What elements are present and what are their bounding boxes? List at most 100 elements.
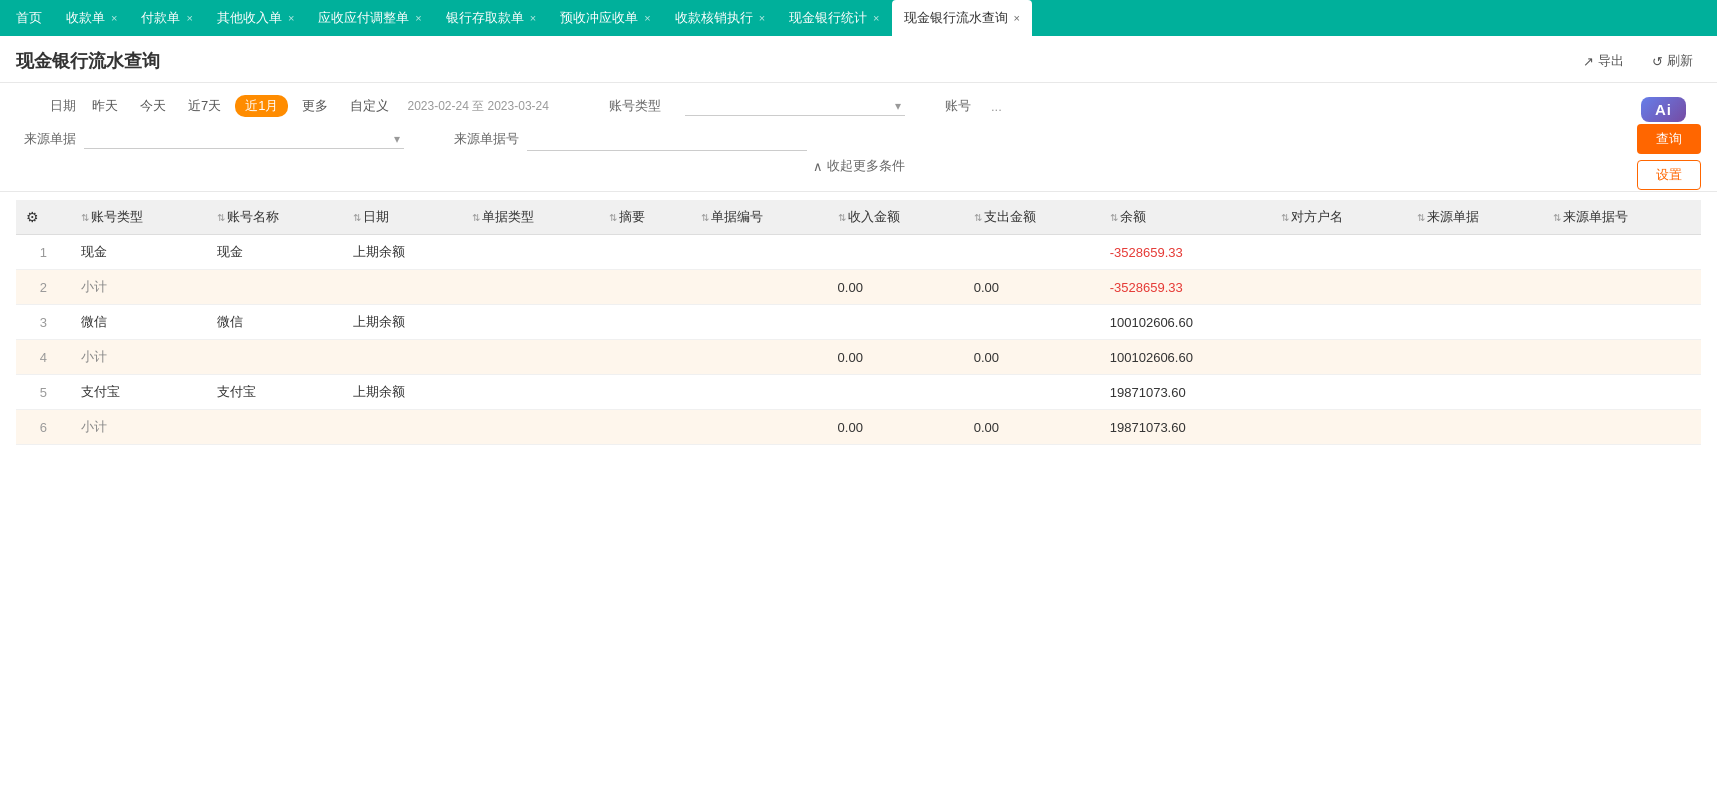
cell-source_doc [1407, 375, 1543, 410]
col-header-counterparty[interactable]: ⇅对方户名 [1271, 200, 1407, 235]
cell-source_doc [1407, 305, 1543, 340]
export-icon: ↗ [1583, 54, 1594, 69]
cell-source_doc [1407, 410, 1543, 445]
cell-date: 上期余额 [343, 375, 463, 410]
cell-account_name [207, 270, 343, 305]
cell-account_name: 现金 [207, 235, 343, 270]
ai-badge[interactable]: Ai [1641, 97, 1686, 122]
cell-account_type: 支付宝 [71, 375, 207, 410]
nav-item-收款单[interactable]: 收款单× [54, 0, 129, 36]
col-header-gear: ⚙ [16, 200, 71, 235]
sort-icon: ⇅ [838, 212, 846, 223]
nav-item-现金银行流水查询[interactable]: 现金银行流水查询× [892, 0, 1032, 36]
export-button[interactable]: ↗ 导出 [1575, 48, 1632, 74]
col-header-expense[interactable]: ⇅支出金额 [964, 200, 1100, 235]
cell-doc_type [462, 340, 598, 375]
cell-balance: -3528659.33 [1100, 235, 1271, 270]
query-button[interactable]: 查询 [1637, 124, 1701, 154]
nav-item-应收应付调整单[interactable]: 应收应付调整单× [306, 0, 433, 36]
source-filter-row: 来源单据 ▾ 来源单据号 [16, 127, 1701, 151]
nav-item-银行存取款单[interactable]: 银行存取款单× [434, 0, 548, 36]
source-doc-no-input[interactable] [527, 127, 807, 151]
nav-item-付款单[interactable]: 付款单× [129, 0, 204, 36]
col-header-summary[interactable]: ⇅摘要 [599, 200, 692, 235]
col-header-income[interactable]: ⇅收入金额 [828, 200, 964, 235]
collapse-bar[interactable]: ∧ 收起更多条件 [16, 151, 1701, 179]
row-index-cell: 3 [16, 305, 71, 340]
gear-icon[interactable]: ⚙ [26, 209, 39, 225]
nav-item-预收冲应收单[interactable]: 预收冲应收单× [548, 0, 662, 36]
col-header-source_doc[interactable]: ⇅来源单据 [1407, 200, 1543, 235]
date-option-自定义[interactable]: 自定义 [342, 95, 397, 117]
cell-doc_no [691, 410, 827, 445]
cell-date [343, 270, 463, 305]
sort-icon: ⇅ [701, 212, 709, 223]
source-doc-no-group: 来源单据号 [454, 127, 807, 151]
sort-icon: ⇅ [1553, 212, 1561, 223]
cell-summary [599, 340, 692, 375]
sort-icon: ⇅ [609, 212, 617, 223]
row-index-cell: 4 [16, 340, 71, 375]
account-type-label: 账号类型 [609, 97, 661, 115]
col-header-account_type[interactable]: ⇅账号类型 [71, 200, 207, 235]
col-header-date[interactable]: ⇅日期 [343, 200, 463, 235]
nav-item-收款核销执行[interactable]: 收款核销执行× [663, 0, 777, 36]
cell-counterparty [1271, 375, 1407, 410]
cell-balance: 100102606.60 [1100, 340, 1271, 375]
close-icon[interactable]: × [644, 12, 650, 24]
cell-expense: 0.00 [964, 410, 1100, 445]
cell-account_type: 小计 [71, 340, 207, 375]
table-row: 1现金现金上期余额-3528659.33 [16, 235, 1701, 270]
cell-balance: 19871073.60 [1100, 375, 1271, 410]
cell-doc_type [462, 375, 598, 410]
cell-doc_no [691, 340, 827, 375]
cell-source_doc_no [1543, 270, 1701, 305]
cell-source_doc_no [1543, 410, 1701, 445]
refresh-icon: ↺ [1652, 54, 1663, 69]
page-header: 现金银行流水查询 ↗ 导出 ↺ 刷新 [0, 36, 1717, 83]
cell-account_name: 支付宝 [207, 375, 343, 410]
col-header-balance[interactable]: ⇅余额 [1100, 200, 1271, 235]
cell-income: 0.00 [828, 270, 964, 305]
nav-item-现金银行统计[interactable]: 现金银行统计× [777, 0, 891, 36]
cell-expense [964, 375, 1100, 410]
close-icon[interactable]: × [415, 12, 421, 24]
source-doc-group: 来源单据 ▾ [16, 130, 404, 149]
settings-button[interactable]: 设置 [1637, 160, 1701, 190]
cell-counterparty [1271, 270, 1407, 305]
close-icon[interactable]: × [111, 12, 117, 24]
nav-item-其他收入单[interactable]: 其他收入单× [205, 0, 306, 36]
date-option-昨天[interactable]: 昨天 [84, 95, 126, 117]
close-icon[interactable]: × [759, 12, 765, 24]
col-header-doc_no[interactable]: ⇅单据编号 [691, 200, 827, 235]
col-header-account_name[interactable]: ⇅账号名称 [207, 200, 343, 235]
date-option-更多[interactable]: 更多 [294, 95, 336, 117]
page-title: 现金银行流水查询 [16, 49, 160, 73]
account-type-select[interactable]: ▾ [685, 97, 905, 116]
source-doc-select[interactable]: ▾ [84, 130, 404, 149]
refresh-button[interactable]: ↺ 刷新 [1644, 48, 1701, 74]
cell-income: 0.00 [828, 410, 964, 445]
table-row: 4小计0.000.00100102606.60 [16, 340, 1701, 375]
cell-date [343, 410, 463, 445]
close-icon[interactable]: × [1014, 12, 1020, 24]
date-option-今天[interactable]: 今天 [132, 95, 174, 117]
cell-expense [964, 305, 1100, 340]
col-header-source_doc_no[interactable]: ⇅来源单据号 [1543, 200, 1701, 235]
date-option-近1月[interactable]: 近1月 [235, 95, 288, 117]
nav-item-首页[interactable]: 首页 [4, 0, 54, 36]
cell-source_doc_no [1543, 375, 1701, 410]
close-icon[interactable]: × [530, 12, 536, 24]
cell-doc_type [462, 410, 598, 445]
close-icon[interactable]: × [873, 12, 879, 24]
cell-doc_no [691, 235, 827, 270]
close-icon[interactable]: × [186, 12, 192, 24]
account-no-label: 账号 [945, 97, 971, 115]
source-doc-arrow-icon: ▾ [394, 132, 400, 146]
row-index-cell: 6 [16, 410, 71, 445]
row-index-cell: 2 [16, 270, 71, 305]
col-header-doc_type[interactable]: ⇅单据类型 [462, 200, 598, 235]
cell-date [343, 340, 463, 375]
close-icon[interactable]: × [288, 12, 294, 24]
date-option-近7天[interactable]: 近7天 [180, 95, 229, 117]
